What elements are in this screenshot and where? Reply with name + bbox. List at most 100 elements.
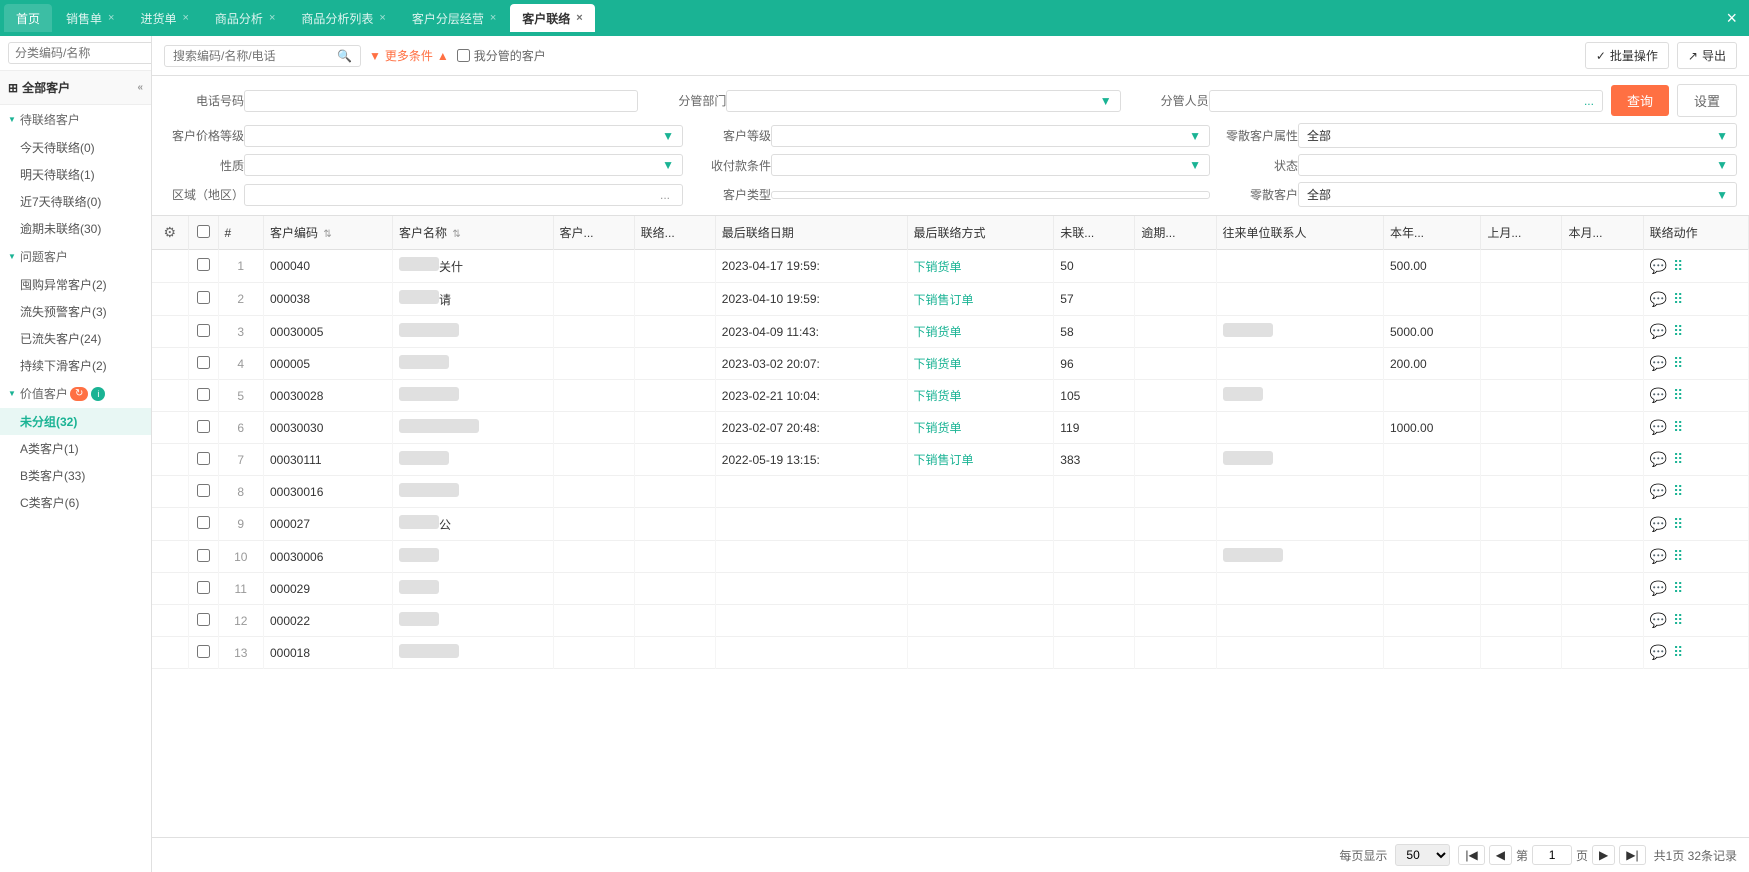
- link-5[interactable]: 下销货单: [914, 389, 962, 403]
- row-checkbox-4[interactable]: [197, 356, 210, 369]
- row-checkbox-11[interactable]: [197, 581, 210, 594]
- row-checkbox-13[interactable]: [197, 645, 210, 658]
- retail-customer-select[interactable]: 全部 ▼: [1298, 182, 1737, 207]
- contact-action-9[interactable]: 💬: [1650, 516, 1667, 533]
- payment-select[interactable]: ▼: [771, 154, 1210, 176]
- purchase-tab-close[interactable]: ×: [182, 12, 188, 24]
- contact-action-11[interactable]: 💬: [1650, 580, 1667, 597]
- dept-select[interactable]: ▼: [726, 90, 1120, 112]
- manager-select[interactable]: ...: [1209, 90, 1603, 112]
- next-page-btn[interactable]: ▶: [1592, 845, 1615, 865]
- tab-product-analysis-list[interactable]: 商品分析列表 ×: [289, 4, 397, 32]
- link-3[interactable]: 下销货单: [914, 325, 962, 339]
- sidebar-all-customers[interactable]: ⊞ 全部客户 «: [0, 71, 151, 105]
- customer-contact-tab-close[interactable]: ×: [576, 12, 582, 24]
- prev-page-btn[interactable]: ◀: [1489, 845, 1512, 865]
- sidebar-value-group[interactable]: 价值客户 ↻ i: [0, 379, 151, 408]
- gender-select[interactable]: ▼: [244, 154, 683, 176]
- status-select[interactable]: ▼: [1298, 154, 1737, 176]
- row-checkbox-7[interactable]: [197, 452, 210, 465]
- phone-input[interactable]: [244, 90, 638, 112]
- last-page-btn[interactable]: ▶|: [1619, 845, 1645, 865]
- sidebar-item-hoarding-abnormal[interactable]: 囤购异常客户(2): [0, 271, 151, 298]
- name-sort-icon[interactable]: ⇅: [452, 229, 460, 240]
- select-all-checkbox[interactable]: [197, 225, 210, 238]
- link-6[interactable]: 下销货单: [914, 421, 962, 435]
- row-checkbox-2[interactable]: [197, 291, 210, 304]
- window-close-button[interactable]: ×: [1718, 8, 1745, 29]
- more-action-2[interactable]: ⠿: [1673, 291, 1683, 308]
- sidebar-item-b-class[interactable]: B类客户(33): [0, 462, 151, 489]
- row-checkbox-10[interactable]: [197, 549, 210, 562]
- code-sort-icon[interactable]: ⇅: [323, 229, 331, 240]
- tab-product-analysis[interactable]: 商品分析 ×: [203, 4, 287, 32]
- row-checkbox-6[interactable]: [197, 420, 210, 433]
- sidebar-item-ungroup[interactable]: 未分组(32): [0, 408, 151, 435]
- sidebar-item-churned[interactable]: 已流失客户(24): [0, 325, 151, 352]
- tab-customer-segment[interactable]: 客户分层经营 ×: [400, 4, 508, 32]
- customer-type-select[interactable]: [771, 191, 1210, 199]
- row-checkbox-5[interactable]: [197, 388, 210, 401]
- customer-segment-tab-close[interactable]: ×: [490, 12, 496, 24]
- link-4[interactable]: 下销货单: [914, 357, 962, 371]
- contact-action-8[interactable]: 💬: [1650, 483, 1667, 500]
- more-action-12[interactable]: ⠿: [1673, 612, 1683, 629]
- filter-search-icon[interactable]: 🔍: [337, 49, 352, 63]
- product-analysis-tab-close[interactable]: ×: [269, 12, 275, 24]
- more-action-8[interactable]: ⠿: [1673, 483, 1683, 500]
- more-action-10[interactable]: ⠿: [1673, 548, 1683, 565]
- more-action-11[interactable]: ⠿: [1673, 580, 1683, 597]
- row-checkbox-12[interactable]: [197, 613, 210, 626]
- sidebar-item-today-pending[interactable]: 今天待联络(0): [0, 134, 151, 161]
- batch-operation-btn[interactable]: ✓ 批量操作: [1585, 42, 1669, 69]
- sidebar-item-7day-pending[interactable]: 近7天待联络(0): [0, 188, 151, 215]
- sales-tab-close[interactable]: ×: [108, 12, 114, 24]
- product-analysis-list-tab-close[interactable]: ×: [379, 12, 385, 24]
- reset-btn[interactable]: 设置: [1677, 84, 1737, 117]
- more-conditions-btn[interactable]: ▼ 更多条件 ▲: [369, 47, 449, 64]
- sidebar-search-input[interactable]: [8, 42, 152, 64]
- contact-action-4[interactable]: 💬: [1650, 355, 1667, 372]
- sidebar-item-churn-warning[interactable]: 流失预警客户(3): [0, 298, 151, 325]
- contact-action-10[interactable]: 💬: [1650, 548, 1667, 565]
- row-checkbox-8[interactable]: [197, 484, 210, 497]
- row-checkbox-9[interactable]: [197, 516, 210, 529]
- export-btn[interactable]: ↗ 导出: [1677, 42, 1737, 69]
- tab-home[interactable]: 首页: [4, 4, 52, 32]
- link-7[interactable]: 下销售订单: [914, 453, 974, 467]
- sidebar-item-declining[interactable]: 持续下滑客户(2): [0, 352, 151, 379]
- contact-action-2[interactable]: 💬: [1650, 291, 1667, 308]
- contact-action-3[interactable]: 💬: [1650, 323, 1667, 340]
- more-action-4[interactable]: ⠿: [1673, 355, 1683, 372]
- per-page-select[interactable]: 50 100 200: [1395, 844, 1450, 866]
- more-action-13[interactable]: ⠿: [1673, 644, 1683, 661]
- region-dots[interactable]: ...: [656, 188, 674, 202]
- contact-action-13[interactable]: 💬: [1650, 644, 1667, 661]
- price-level-select[interactable]: ▼: [244, 125, 683, 147]
- region-select[interactable]: ...: [244, 184, 683, 206]
- query-btn[interactable]: 查询: [1611, 85, 1669, 116]
- tab-customer-contact[interactable]: 客户联络 ×: [510, 4, 594, 32]
- more-action-6[interactable]: ⠿: [1673, 419, 1683, 436]
- sidebar-pending-group[interactable]: 待联络客户: [0, 105, 151, 134]
- more-action-1[interactable]: ⠿: [1673, 258, 1683, 275]
- contact-action-7[interactable]: 💬: [1650, 451, 1667, 468]
- sidebar-item-tomorrow-pending[interactable]: 明天待联络(1): [0, 161, 151, 188]
- tab-purchase[interactable]: 进货单 ×: [128, 4, 200, 32]
- settings-icon[interactable]: ⚙: [163, 224, 176, 240]
- contact-action-12[interactable]: 💬: [1650, 612, 1667, 629]
- row-checkbox-1[interactable]: [197, 258, 210, 271]
- contact-action-1[interactable]: 💬: [1650, 258, 1667, 275]
- sidebar-item-a-class[interactable]: A类客户(1): [0, 435, 151, 462]
- retail-attr-select[interactable]: 全部 ▼: [1298, 123, 1737, 148]
- link-1[interactable]: 下销货单: [914, 260, 962, 274]
- first-page-btn[interactable]: |◀: [1458, 845, 1484, 865]
- contact-action-5[interactable]: 💬: [1650, 387, 1667, 404]
- my-customer-checkbox[interactable]: [457, 49, 470, 62]
- page-number-input[interactable]: [1532, 845, 1572, 865]
- sidebar-item-overdue-pending[interactable]: 逾期未联络(30): [0, 215, 151, 242]
- filter-search-input[interactable]: [173, 49, 333, 63]
- more-action-9[interactable]: ⠿: [1673, 516, 1683, 533]
- sidebar-item-c-class[interactable]: C类客户(6): [0, 489, 151, 516]
- more-action-5[interactable]: ⠿: [1673, 387, 1683, 404]
